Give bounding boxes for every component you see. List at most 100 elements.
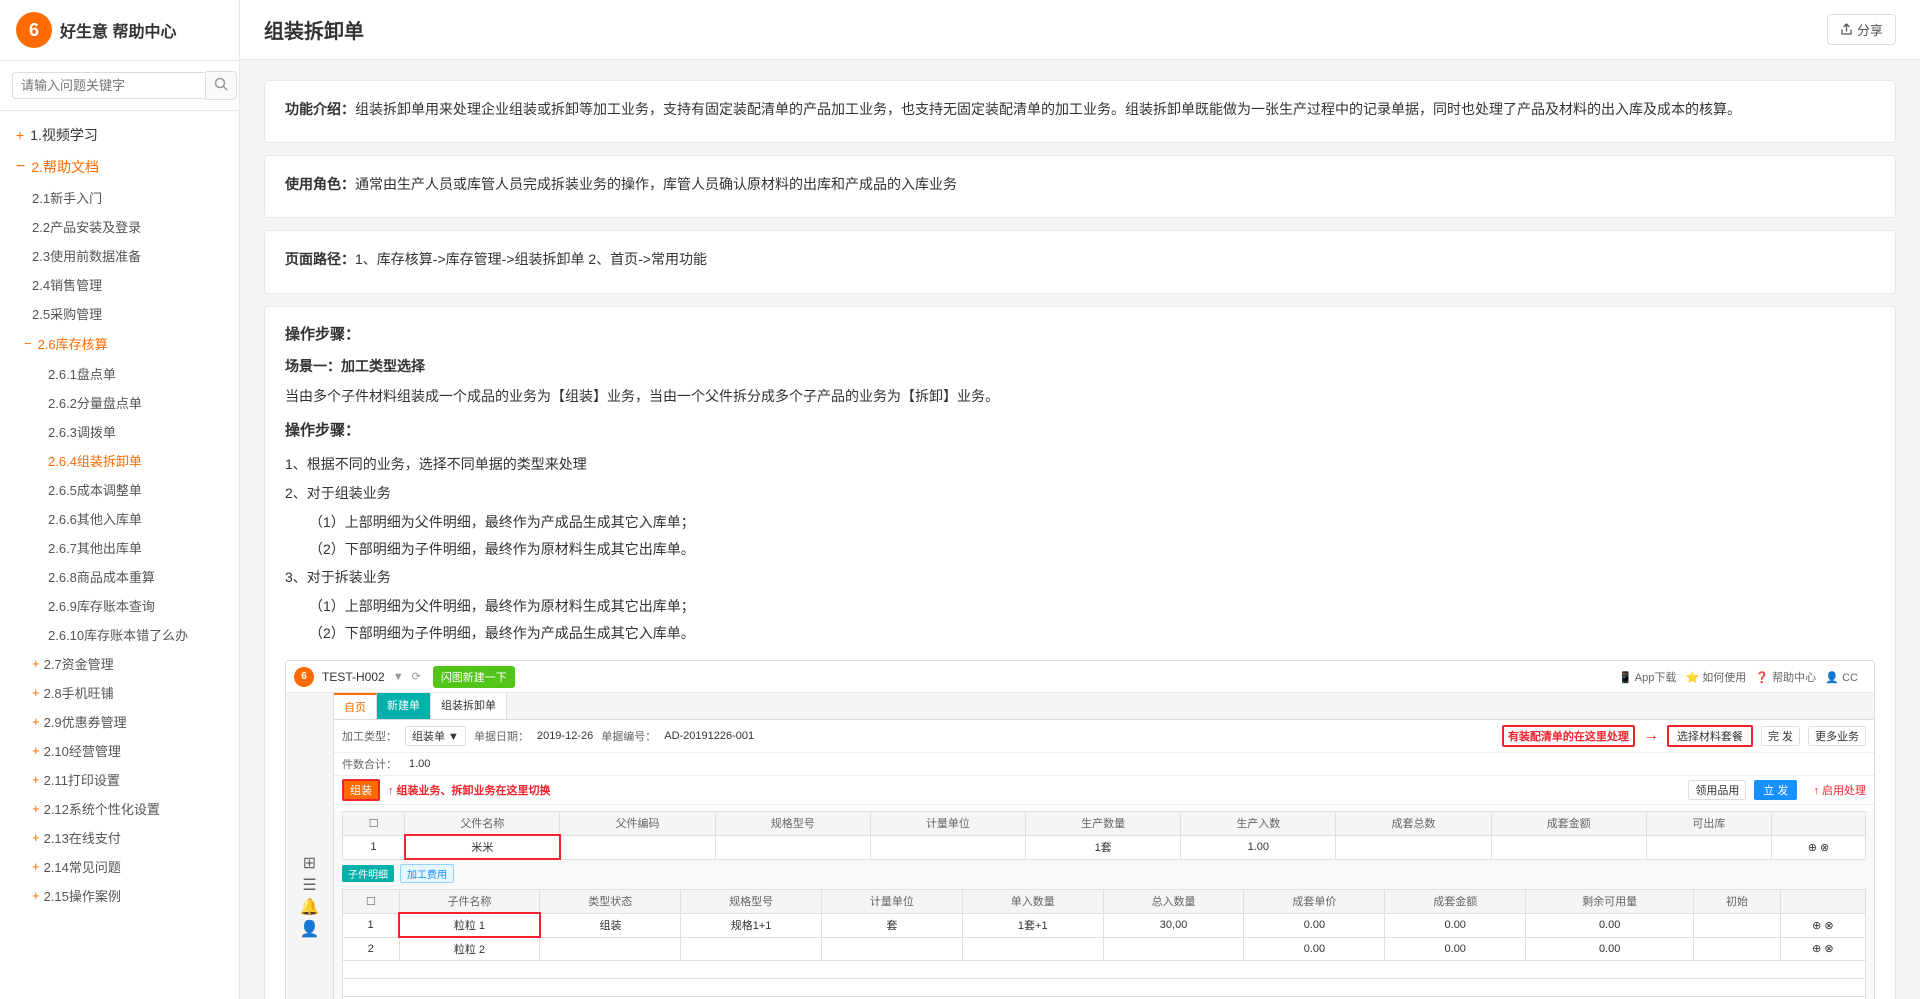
screen-bot-r2-remain: 0.00 [1526,937,1694,961]
sidebar-item-2-6[interactable]: − 2.6库存核算 [0,328,239,359]
screen-date-value: 2019-12-26 [537,730,593,742]
screen-bot-col-unit: 计量单位 [822,890,963,914]
ops-steps-subtitle: 操作步骤： [285,419,1875,440]
screen-row1-op: ⊕ ⊗ [1772,835,1866,859]
screen-ann2-wrapper: 组装 ↑ 组装业务、拆卸业务在这里切换 [342,779,551,801]
nav-list: + 1.视频学习 − 2.帮助文档 2.1新手入门 2.2产品安装及登录 2.3… [0,111,239,999]
page-title: 组装拆卸单 [264,15,364,44]
screen-bot-r1-uqty: 1套+1 [962,913,1103,937]
screen-bot-r1-name: 粒粒 1 [399,913,540,937]
sidebar-item-2-6-1[interactable]: 2.6.1盘点单 [0,359,239,388]
screen-bot-row-2: 2 粒粒 2 0.00 0.00 [343,937,1866,961]
search-box [0,61,239,111]
screen-bottom-table-header: 子件明细 加工费用 [342,864,1866,883]
step2: 2、对于组装业务 [285,481,1875,506]
screen-bot-r3-empty [343,961,1866,979]
screen-col-amount: 成套金额 [1491,812,1646,836]
screen-bot-r1-type: 组装 [540,913,681,937]
sidebar-item-2-5[interactable]: 2.5采购管理 [0,299,239,328]
sidebar-item-2-7[interactable]: +2.7资金管理 [0,649,239,678]
screen-row1-amount [1491,835,1646,859]
screen-bot-r2-amount: 0.00 [1385,937,1526,961]
screen-topbar: 6 TEST-H002 ▼ ⟳ 闪图新建一下 📱 App下载 ⭐ 如何使用 ❓ … [286,661,1874,693]
screen-bot-r2-check: 2 [343,937,400,961]
search-input[interactable] [12,72,206,99]
screen-row1-in-qty: 1.00 [1181,835,1336,859]
screen-row1-avail [1646,835,1771,859]
screen-logo-icon: 6 [294,667,314,687]
screen-bot-r2-unit [822,937,963,961]
plus-icon: + [16,127,24,143]
sidebar-item-2-6-2[interactable]: 2.6.2分量盘点单 [0,388,239,417]
sidebar-item-2-6-9[interactable]: 2.6.9库存账本查询 [0,591,239,620]
screen-bot-col-check: ☐ [343,890,400,914]
screen-bot-row-3 [343,961,1866,979]
screen-bot-r1-tqty: 30,00 [1103,913,1244,937]
sidebar-item-2-6-8[interactable]: 2.6.8商品成本重算 [0,562,239,591]
sidebar-item-2-label: 2.帮助文档 [31,157,99,177]
sidebar-item-2-2[interactable]: 2.2产品安装及登录 [0,212,239,241]
screen-dropdown-icon: ▼ [393,671,404,683]
step3: 3、对于拆装业务 [285,565,1875,590]
screen-save-btn: 立 发 [1754,780,1797,800]
sidebar-item-2-15[interactable]: +2.15操作案例 [0,881,239,910]
sidebar-item-2-1[interactable]: 2.1新手入门 [0,183,239,212]
screen-count-row: 件数合计： 1.00 [334,753,1874,776]
screen-bot-r1-init [1694,913,1780,937]
screen-date-label: 单据日期： [474,728,529,744]
screen-col-in-qty: 生产入数 [1181,812,1336,836]
sidebar: 6 好生意 帮助中心 + 1.视频学习 − 2.帮助文档 2.1新手入门 2.2… [0,0,240,999]
sidebar-item-2-6-10[interactable]: 2.6.10库存账本错了么办 [0,620,239,649]
role-card: 使用角色：通常由生产人员或库管人员完成拆装业务的操作，库管人员确认原材料的出库和… [264,155,1896,218]
screen-bot-row-4 [343,979,1866,997]
sidebar-item-2-4[interactable]: 2.4销售管理 [0,270,239,299]
main-header: 组装拆卸单 分享 [240,0,1920,60]
screen-icon-1: ⊞ [303,853,316,873]
sidebar-item-2-6-4[interactable]: 2.6.4组装拆卸单 [0,446,239,475]
screen-bot-r2-init [1694,937,1780,961]
steps-card: 操作步骤： 场景一：加工类型选择 当由多个子件材料组装成一个成品的业务为【组装】… [264,306,1896,999]
screen-bot-r1-amount: 0.00 [1385,913,1526,937]
screen-new-btn: 闪图新建一下 [433,666,515,688]
sidebar-item-2-6-5[interactable]: 2.6.5成本调整单 [0,475,239,504]
step3-sub1: （1）上部明细为父件明细，最终作为原材料生成其它出库单； [285,594,1875,619]
screen-bottom-table: ☐ 子件名称 类型状态 规格型号 计量单位 单入数量 总入数量 成套单价 [342,889,1866,999]
search-button[interactable] [206,71,237,100]
screen-bot-r1-spec: 规格1+1 [681,913,822,937]
share-button[interactable]: 分享 [1827,14,1896,45]
step2-sub1: （1）上部明细为父件明细，最终作为产成品生成其它入库单； [285,510,1875,535]
sidebar-item-2-3[interactable]: 2.3使用前数据准备 [0,241,239,270]
screen-count-value: 1.00 [409,758,430,770]
sidebar-item-2-14[interactable]: +2.14常见问题 [0,852,239,881]
screen-bot-r2-spec [681,937,822,961]
sidebar-item-2-13[interactable]: +2.13在线支付 [0,823,239,852]
sidebar-item-2-9[interactable]: +2.9优惠券管理 [0,707,239,736]
sidebar-item-2-6-7[interactable]: 2.6.7其他出库单 [0,533,239,562]
screen-icon-4: 👤 [300,919,320,939]
screen-bot-col-name: 子件名称 [399,890,540,914]
screen-top-table: ☐ 父件名称 父件编码 规格型号 计量单位 生产数量 生产入数 成套总数 [342,811,1866,860]
screen-row1-total [1336,835,1491,859]
screen-row1-prod-qty: 1套 [1026,835,1181,859]
screen-col-unit: 计量单位 [870,812,1025,836]
screen-blue-tab: 加工费用 [400,864,454,883]
sidebar-item-1[interactable]: + 1.视频学习 [0,119,239,151]
sidebar-item-2-12[interactable]: +2.12系统个性化设置 [0,794,239,823]
sidebar-item-2-6-6[interactable]: 2.6.6其他入库单 [0,504,239,533]
screen-tab-list: 组装拆卸单 [431,693,507,719]
screen-more-btn: 更多业务 [1808,726,1866,746]
minus-icon: − [16,158,25,176]
sidebar-item-2[interactable]: − 2.帮助文档 [0,151,239,183]
share-label: 分享 [1857,20,1883,39]
screen-bot-r4-empty [343,979,1866,997]
screen-row1-check: 1 [343,835,405,859]
screen-appbar-icons: 📱 App下载 ⭐ 如何使用 ❓ 帮助中心 👤 CC [1619,669,1858,685]
sidebar-item-2-10[interactable]: +2.10经营管理 [0,736,239,765]
path-text: 页面路径：1、库存核算->库存管理->组装拆卸单 2、首页->常用功能 [285,247,1875,272]
sidebar-item-2-8[interactable]: +2.8手机旺铺 [0,678,239,707]
sidebar-item-2-11[interactable]: +2.11打印设置 [0,765,239,794]
screen-bot-r2-op: ⊕ ⊗ [1780,937,1865,961]
screen-refresh-icon: ⟳ [412,670,421,683]
step1: 1、根据不同的业务，选择不同单据的类型来处理 [285,452,1875,477]
sidebar-item-2-6-3[interactable]: 2.6.3调拨单 [0,417,239,446]
